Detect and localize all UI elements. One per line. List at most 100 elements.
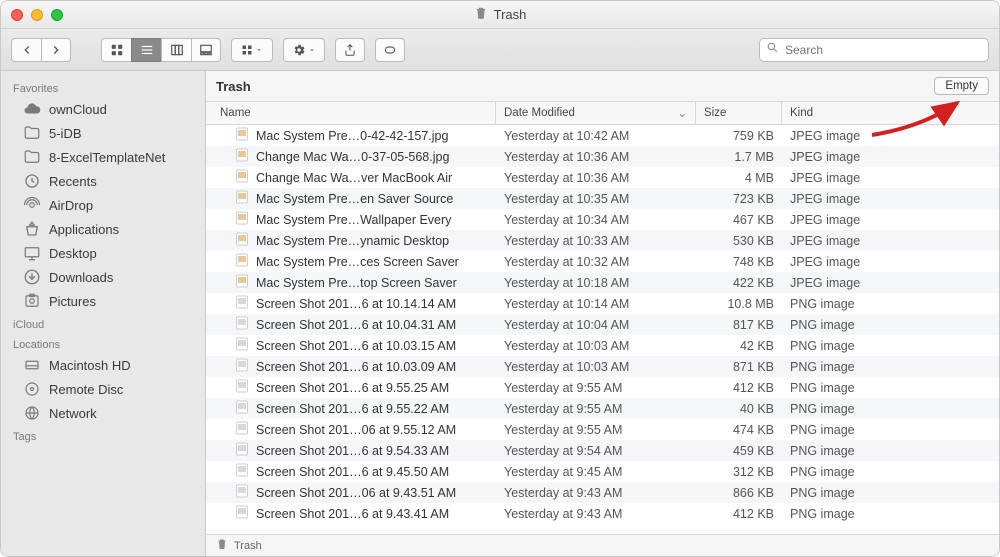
gallery-view-button[interactable] bbox=[191, 38, 221, 62]
file-name: Screen Shot 201…6 at 9.55.25 AM bbox=[256, 381, 449, 395]
file-row[interactable]: Mac System Pre…ynamic DesktopYesterday a… bbox=[206, 230, 999, 251]
file-icon bbox=[234, 336, 250, 355]
sort-indicator-icon: ⌄ bbox=[677, 106, 687, 120]
sidebar-item-applications[interactable]: Applications bbox=[5, 217, 201, 241]
icon-view-button[interactable] bbox=[101, 38, 131, 62]
file-icon bbox=[234, 294, 250, 313]
file-date: Yesterday at 10:36 AM bbox=[496, 150, 696, 164]
file-row[interactable]: Mac System Pre…0-42-42-157.jpgYesterday … bbox=[206, 125, 999, 146]
file-row[interactable]: Mac System Pre…ces Screen Saver Yesterday… bbox=[206, 251, 999, 272]
file-row[interactable]: Mac System Pre…Wallpaper EveryYesterday … bbox=[206, 209, 999, 230]
sidebar-item-network[interactable]: Network bbox=[5, 401, 201, 425]
file-row[interactable]: Screen Shot 201…6 at 10.14.14 AMYesterda… bbox=[206, 293, 999, 314]
column-kind[interactable]: Kind bbox=[782, 102, 999, 124]
column-headers: Name Date Modified ⌄ Size Kind bbox=[206, 102, 999, 125]
empty-trash-button[interactable]: Empty bbox=[934, 77, 989, 95]
sidebar-item-5-idb[interactable]: 5-iDB bbox=[5, 121, 201, 145]
file-date: Yesterday at 10:18 AM bbox=[496, 276, 696, 290]
close-window-button[interactable] bbox=[11, 9, 23, 21]
file-name: Screen Shot 201…6 at 10.03.09 AM bbox=[256, 360, 456, 374]
file-size: 412 KB bbox=[696, 381, 782, 395]
file-kind: JPEG image bbox=[782, 192, 999, 206]
file-row[interactable]: Screen Shot 201…6 at 9.55.25 AMYesterday… bbox=[206, 377, 999, 398]
sidebar-item-downloads[interactable]: Downloads bbox=[5, 265, 201, 289]
action-button[interactable] bbox=[283, 38, 325, 62]
file-name: Mac System Pre…Wallpaper Every bbox=[256, 213, 451, 227]
file-icon bbox=[234, 357, 250, 376]
file-size: 40 KB bbox=[696, 402, 782, 416]
file-row[interactable]: Screen Shot 201…06 at 9.43.51 AMYesterda… bbox=[206, 482, 999, 503]
file-icon bbox=[234, 483, 250, 502]
share-button[interactable] bbox=[335, 38, 365, 62]
column-view-button[interactable] bbox=[161, 38, 191, 62]
file-row[interactable]: Change Mac Wa…0-37-05-568.jpgYesterday a… bbox=[206, 146, 999, 167]
sidebar-item-pictures[interactable]: Pictures bbox=[5, 289, 201, 313]
zoom-window-button[interactable] bbox=[51, 9, 63, 21]
file-date: Yesterday at 9:55 AM bbox=[496, 402, 696, 416]
search-field[interactable] bbox=[759, 38, 989, 62]
file-icon bbox=[234, 378, 250, 397]
sidebar-item-airdrop[interactable]: AirDrop bbox=[5, 193, 201, 217]
file-size: 748 KB bbox=[696, 255, 782, 269]
file-name: Mac System Pre…ces Screen Saver bbox=[256, 255, 459, 269]
file-date: Yesterday at 10:42 AM bbox=[496, 129, 696, 143]
file-kind: JPEG image bbox=[782, 150, 999, 164]
file-row[interactable]: Screen Shot 201…6 at 10.04.31 AMYesterda… bbox=[206, 314, 999, 335]
search-input[interactable] bbox=[783, 42, 982, 58]
file-name: Screen Shot 201…6 at 10.03.15 AM bbox=[256, 339, 456, 353]
file-date: Yesterday at 10:36 AM bbox=[496, 171, 696, 185]
file-size: 312 KB bbox=[696, 465, 782, 479]
column-date-modified[interactable]: Date Modified ⌄ bbox=[496, 102, 696, 124]
sidebar-item-label: 5-iDB bbox=[49, 126, 82, 141]
view-mode-buttons bbox=[101, 38, 221, 62]
file-row[interactable]: Screen Shot 201…6 at 9.45.50 AMYesterday… bbox=[206, 461, 999, 482]
back-button[interactable] bbox=[11, 38, 41, 62]
file-row[interactable]: Screen Shot 201…6 at 9.55.22 AMYesterday… bbox=[206, 398, 999, 419]
column-size[interactable]: Size bbox=[696, 102, 782, 124]
tags-button[interactable] bbox=[375, 38, 405, 62]
file-name: Mac System Pre…en Saver Source bbox=[256, 192, 453, 206]
airdrop-icon bbox=[23, 196, 41, 214]
file-list[interactable]: Mac System Pre…0-42-42-157.jpgYesterday … bbox=[206, 125, 999, 534]
cloud-icon bbox=[23, 100, 41, 118]
file-date: Yesterday at 10:32 AM bbox=[496, 255, 696, 269]
sidebar: FavoritesownCloud5-iDB8-ExcelTemplateNet… bbox=[1, 71, 206, 556]
sidebar-item-8-exceltemplatenet[interactable]: 8-ExcelTemplateNet bbox=[5, 145, 201, 169]
group-by-button[interactable] bbox=[231, 38, 273, 62]
sidebar-item-desktop[interactable]: Desktop bbox=[5, 241, 201, 265]
path-label: Trash bbox=[234, 540, 262, 552]
content-header: Trash Empty bbox=[206, 71, 999, 102]
sidebar-item-remote-disc[interactable]: Remote Disc bbox=[5, 377, 201, 401]
file-row[interactable]: Screen Shot 201…6 at 10.03.15 AMYesterda… bbox=[206, 335, 999, 356]
file-kind: JPEG image bbox=[782, 171, 999, 185]
sidebar-item-macintosh-hd[interactable]: Macintosh HD bbox=[5, 353, 201, 377]
file-row[interactable]: Mac System Pre…en Saver Source Yesterday … bbox=[206, 188, 999, 209]
forward-button[interactable] bbox=[41, 38, 71, 62]
file-row[interactable]: Screen Shot 201…6 at 9.54.33 AMYesterday… bbox=[206, 440, 999, 461]
file-name: Screen Shot 201…6 at 10.04.31 AM bbox=[256, 318, 456, 332]
file-row[interactable]: Screen Shot 201…6 at 10.03.09 AMYesterda… bbox=[206, 356, 999, 377]
file-row[interactable]: Change Mac Wa…ver MacBook AirYesterday a… bbox=[206, 167, 999, 188]
minimize-window-button[interactable] bbox=[31, 9, 43, 21]
file-size: 723 KB bbox=[696, 192, 782, 206]
file-size: 459 KB bbox=[696, 444, 782, 458]
column-name[interactable]: Name bbox=[206, 102, 496, 124]
file-icon bbox=[234, 399, 250, 418]
folder-icon bbox=[23, 124, 41, 142]
sidebar-item-label: Remote Disc bbox=[49, 382, 123, 397]
sidebar-item-recents[interactable]: Recents bbox=[5, 169, 201, 193]
file-icon bbox=[234, 462, 250, 481]
file-row[interactable]: Screen Shot 201…6 at 9.43.41 AMYesterday… bbox=[206, 503, 999, 524]
list-view-button[interactable] bbox=[131, 38, 161, 62]
file-date: Yesterday at 10:33 AM bbox=[496, 234, 696, 248]
file-row[interactable]: Screen Shot 201…06 at 9.55.12 AMYesterda… bbox=[206, 419, 999, 440]
sidebar-item-owncloud[interactable]: ownCloud bbox=[5, 97, 201, 121]
file-date: Yesterday at 9:55 AM bbox=[496, 423, 696, 437]
file-date: Yesterday at 10:35 AM bbox=[496, 192, 696, 206]
file-row[interactable]: Mac System Pre…top Screen SaverYesterday… bbox=[206, 272, 999, 293]
file-size: 866 KB bbox=[696, 486, 782, 500]
sidebar-item-label: AirDrop bbox=[49, 198, 93, 213]
file-name: Screen Shot 201…6 at 10.14.14 AM bbox=[256, 297, 456, 311]
file-kind: PNG image bbox=[782, 360, 999, 374]
file-icon bbox=[234, 315, 250, 334]
